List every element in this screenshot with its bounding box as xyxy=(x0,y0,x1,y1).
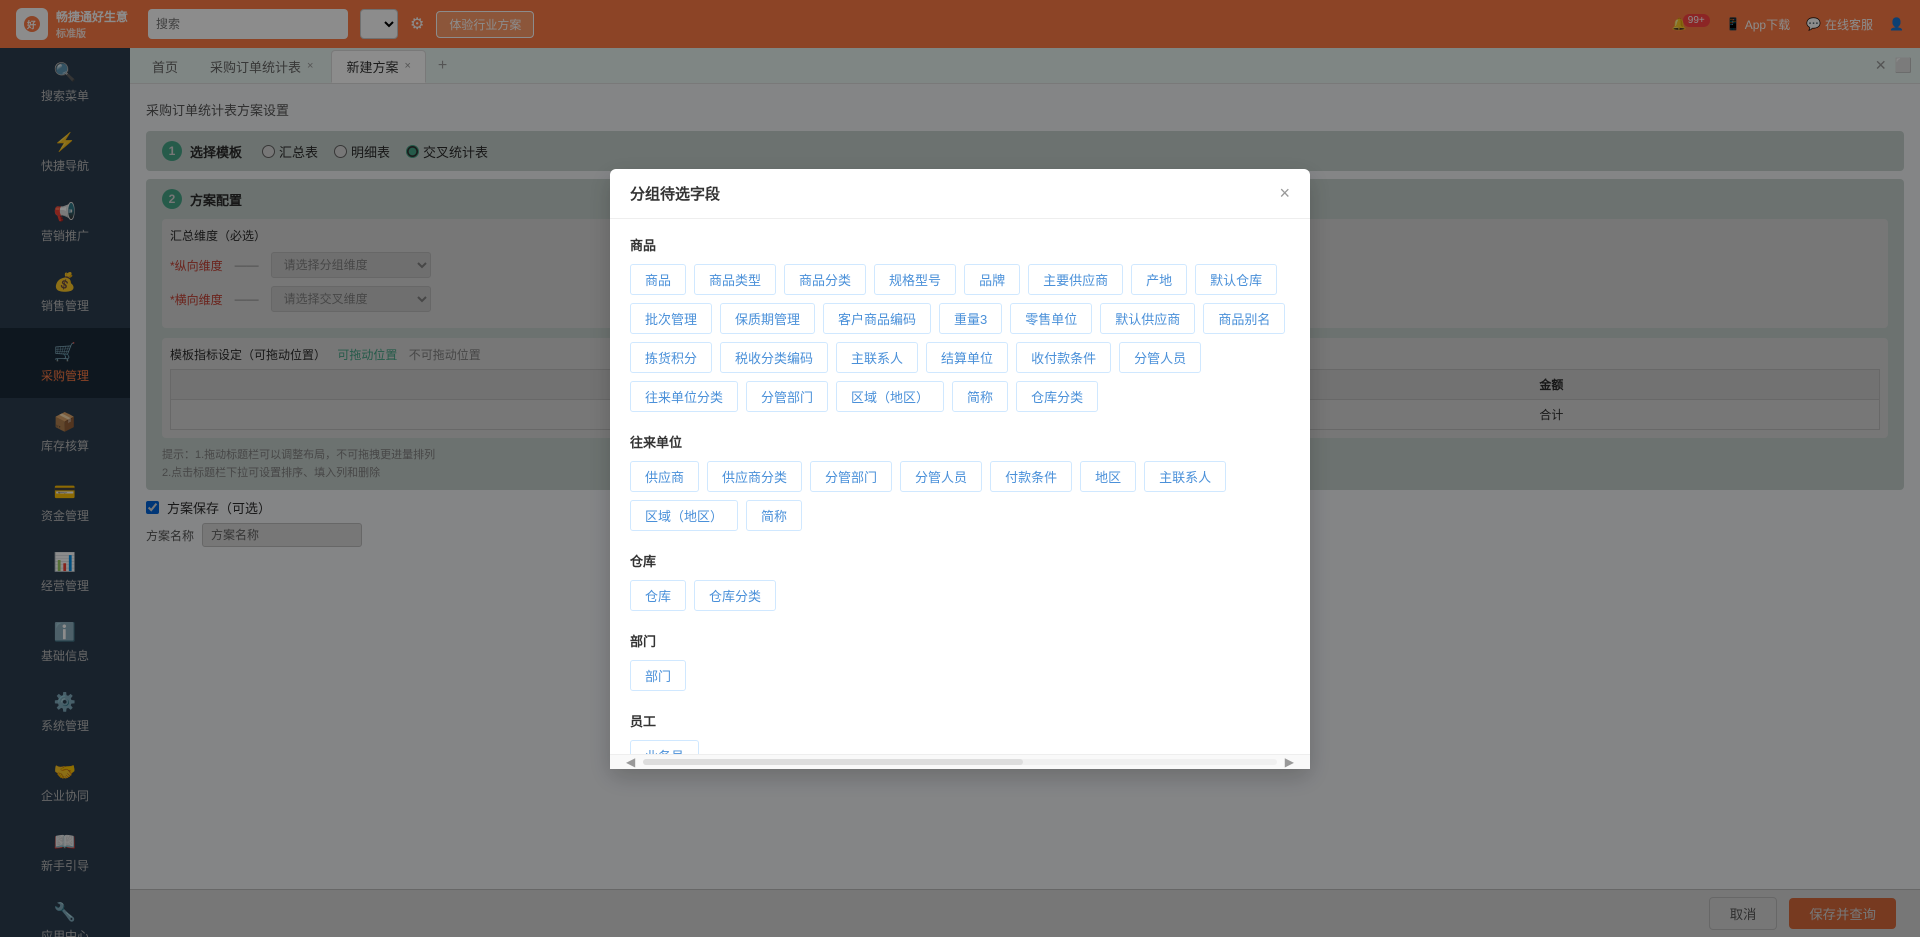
field-group-title-0: 商品 xyxy=(630,235,1290,254)
field-tag-0-10[interactable]: 客户商品编码 xyxy=(823,303,931,334)
field-tag-0-21[interactable]: 往来单位分类 xyxy=(630,381,738,412)
field-tag-1-6[interactable]: 主联系人 xyxy=(1144,461,1226,492)
field-tag-0-6[interactable]: 产地 xyxy=(1131,264,1187,295)
modal-body: 商品商品商品类型商品分类规格型号品牌主要供应商产地默认仓库批次管理保质期管理客户… xyxy=(610,219,1310,754)
field-tag-0-11[interactable]: 重量3 xyxy=(939,303,1002,334)
field-tag-1-3[interactable]: 分管人员 xyxy=(900,461,982,492)
field-tag-0-23[interactable]: 区域（地区） xyxy=(836,381,944,412)
field-tag-0-13[interactable]: 默认供应商 xyxy=(1100,303,1195,334)
field-tag-1-8[interactable]: 简称 xyxy=(746,500,802,531)
field-tag-0-15[interactable]: 拣货积分 xyxy=(630,342,712,373)
field-tag-1-7[interactable]: 区域（地区） xyxy=(630,500,738,531)
field-group-title-4: 员工 xyxy=(630,711,1290,730)
field-group-title-1: 往来单位 xyxy=(630,432,1290,451)
field-tag-0-7[interactable]: 默认仓库 xyxy=(1195,264,1277,295)
field-tag-0-0[interactable]: 商品 xyxy=(630,264,686,295)
field-group-title-2: 仓库 xyxy=(630,551,1290,570)
field-tag-0-17[interactable]: 主联系人 xyxy=(836,342,918,373)
field-tags-0: 商品商品类型商品分类规格型号品牌主要供应商产地默认仓库批次管理保质期管理客户商品… xyxy=(630,264,1290,412)
field-tag-1-5[interactable]: 地区 xyxy=(1080,461,1136,492)
field-tag-2-1[interactable]: 仓库分类 xyxy=(694,580,776,611)
field-tag-0-14[interactable]: 商品别名 xyxy=(1203,303,1285,334)
field-tag-0-8[interactable]: 批次管理 xyxy=(630,303,712,334)
field-tag-0-24[interactable]: 简称 xyxy=(952,381,1008,412)
field-tag-2-0[interactable]: 仓库 xyxy=(630,580,686,611)
field-tag-4-0[interactable]: 业务员 xyxy=(630,740,699,754)
field-tag-0-5[interactable]: 主要供应商 xyxy=(1028,264,1123,295)
field-group-0: 商品商品商品类型商品分类规格型号品牌主要供应商产地默认仓库批次管理保质期管理客户… xyxy=(630,235,1290,412)
field-group-2: 仓库仓库仓库分类 xyxy=(630,551,1290,611)
field-tag-0-9[interactable]: 保质期管理 xyxy=(720,303,815,334)
modal-close-button[interactable]: × xyxy=(1279,183,1290,204)
modal-dialog: 分组待选字段 × 商品商品商品类型商品分类规格型号品牌主要供应商产地默认仓库批次… xyxy=(610,169,1310,769)
field-tag-1-2[interactable]: 分管部门 xyxy=(810,461,892,492)
modal-overlay: 分组待选字段 × 商品商品商品类型商品分类规格型号品牌主要供应商产地默认仓库批次… xyxy=(0,0,1920,937)
field-tag-0-25[interactable]: 仓库分类 xyxy=(1016,381,1098,412)
modal-header: 分组待选字段 × xyxy=(610,169,1310,219)
field-group-3: 部门部门 xyxy=(630,631,1290,691)
field-tags-3: 部门 xyxy=(630,660,1290,691)
field-tag-0-22[interactable]: 分管部门 xyxy=(746,381,828,412)
field-tag-3-0[interactable]: 部门 xyxy=(630,660,686,691)
field-tag-0-3[interactable]: 规格型号 xyxy=(874,264,956,295)
field-tag-0-4[interactable]: 品牌 xyxy=(964,264,1020,295)
field-tag-0-12[interactable]: 零售单位 xyxy=(1010,303,1092,334)
field-tags-4: 业务员 xyxy=(630,740,1290,754)
field-tag-0-1[interactable]: 商品类型 xyxy=(694,264,776,295)
field-tag-0-18[interactable]: 结算单位 xyxy=(926,342,1008,373)
field-group-1: 往来单位供应商供应商分类分管部门分管人员付款条件地区主联系人区域（地区） 简称 xyxy=(630,432,1290,531)
field-tags-1: 供应商供应商分类分管部门分管人员付款条件地区主联系人区域（地区） 简称 xyxy=(630,461,1290,531)
horizontal-scrollbar-thumb xyxy=(643,759,1023,765)
field-tag-0-20[interactable]: 分管人员 xyxy=(1119,342,1201,373)
field-tag-0-19[interactable]: 收付款条件 xyxy=(1016,342,1111,373)
scroll-right-indicator: ▶ xyxy=(1285,755,1294,769)
field-tags-2: 仓库仓库分类 xyxy=(630,580,1290,611)
field-tag-0-16[interactable]: 税收分类编码 xyxy=(720,342,828,373)
field-tag-1-4[interactable]: 付款条件 xyxy=(990,461,1072,492)
field-group-4: 员工业务员 xyxy=(630,711,1290,754)
scroll-left-indicator: ◀ xyxy=(626,755,635,769)
field-tag-0-2[interactable]: 商品分类 xyxy=(784,264,866,295)
field-group-title-3: 部门 xyxy=(630,631,1290,650)
field-tag-1-0[interactable]: 供应商 xyxy=(630,461,699,492)
field-tag-1-1[interactable]: 供应商分类 xyxy=(707,461,802,492)
modal-title: 分组待选字段 xyxy=(630,183,720,204)
